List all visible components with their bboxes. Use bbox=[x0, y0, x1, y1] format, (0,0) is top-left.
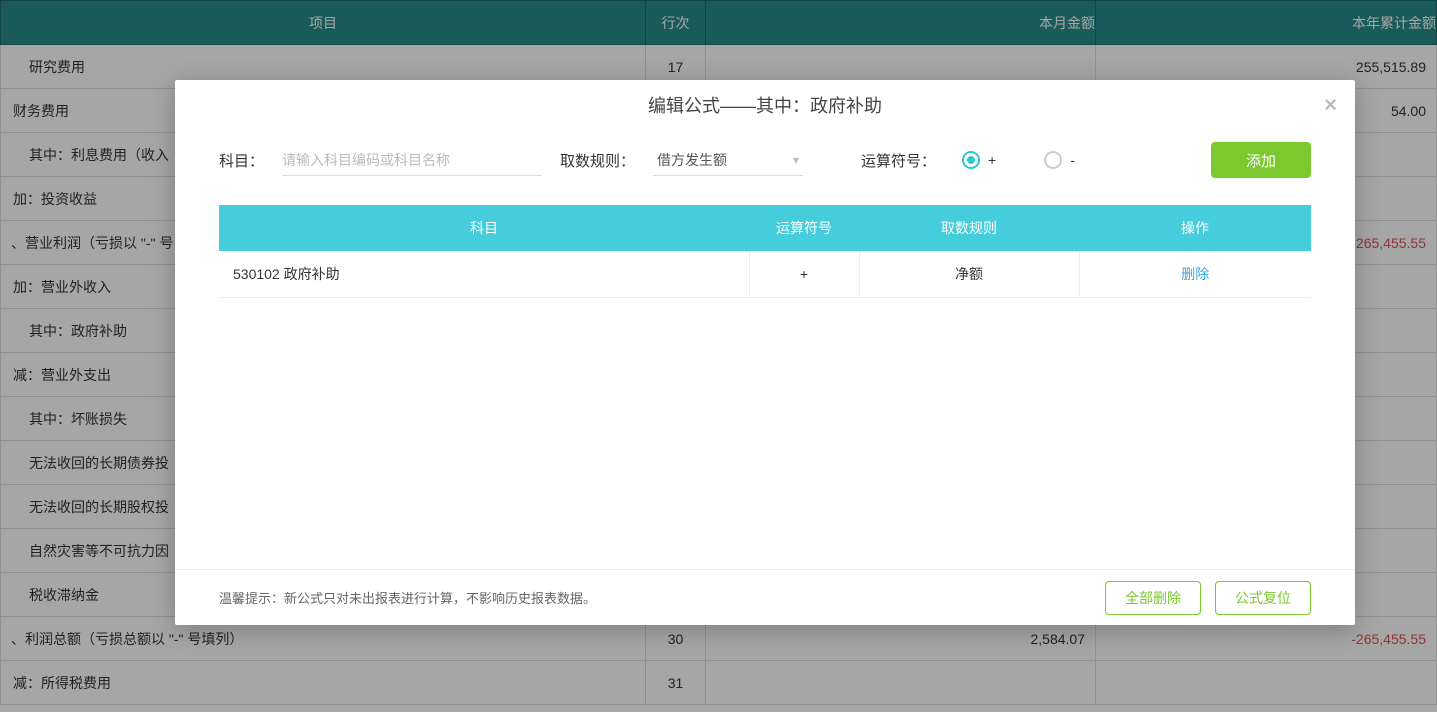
close-icon[interactable]: × bbox=[1324, 92, 1337, 118]
operator-minus-label: - bbox=[1070, 152, 1075, 168]
cell-rule: 净额 bbox=[859, 251, 1079, 297]
formula-reset-button[interactable]: 公式复位 bbox=[1215, 581, 1311, 615]
formula-row: 530102 政府补助+净额 删除 bbox=[219, 251, 1311, 297]
edit-formula-modal: 编辑公式——其中：政府补助 × 科目： 取数规则： 借方发生额 ▾ 运算符号： … bbox=[175, 80, 1355, 625]
formula-rows-table: 科目 运算符号 取数规则 操作 530102 政府补助+净额 删除 bbox=[219, 205, 1311, 298]
footer-hint: 温馨提示：新公式只对未出报表进行计算，不影响历史报表数据。 bbox=[219, 588, 596, 607]
chevron-down-icon: ▾ bbox=[793, 153, 799, 167]
modal-header: 编辑公式——其中：政府补助 × bbox=[175, 80, 1355, 130]
radio-selected-icon bbox=[962, 151, 980, 169]
cell-action: 删除 bbox=[1079, 251, 1311, 297]
header-operator: 运算符号 bbox=[749, 205, 859, 251]
header-action: 操作 bbox=[1079, 205, 1311, 251]
cell-subject: 530102 政府补助 bbox=[219, 251, 749, 297]
delete-row-link[interactable]: 删除 bbox=[1181, 266, 1209, 282]
rule-selected-value: 借方发生额 bbox=[657, 150, 727, 170]
modal-title: 编辑公式——其中：政府补助 bbox=[648, 92, 882, 118]
subject-input[interactable] bbox=[282, 144, 542, 176]
rule-select[interactable]: 借方发生额 ▾ bbox=[653, 144, 803, 176]
rule-label: 取数规则： bbox=[560, 150, 635, 171]
add-button[interactable]: 添加 bbox=[1211, 142, 1311, 178]
subject-label: 科目： bbox=[219, 150, 264, 171]
operator-plus-radio[interactable]: + bbox=[962, 151, 996, 169]
header-rule: 取数规则 bbox=[859, 205, 1079, 251]
delete-all-button[interactable]: 全部删除 bbox=[1105, 581, 1201, 615]
modal-footer: 温馨提示：新公式只对未出报表进行计算，不影响历史报表数据。 全部删除 公式复位 bbox=[175, 569, 1355, 625]
header-subject: 科目 bbox=[219, 205, 749, 251]
operator-minus-radio[interactable]: - bbox=[1044, 151, 1075, 169]
formula-form-row: 科目： 取数规则： 借方发生额 ▾ 运算符号： + - 添加 bbox=[175, 130, 1355, 205]
formula-rows-container: 科目 运算符号 取数规则 操作 530102 政府补助+净额 删除 bbox=[175, 205, 1355, 569]
operator-label: 运算符号： bbox=[861, 150, 936, 171]
radio-unselected-icon bbox=[1044, 151, 1062, 169]
operator-plus-label: + bbox=[988, 152, 996, 168]
cell-operator: + bbox=[749, 251, 859, 297]
